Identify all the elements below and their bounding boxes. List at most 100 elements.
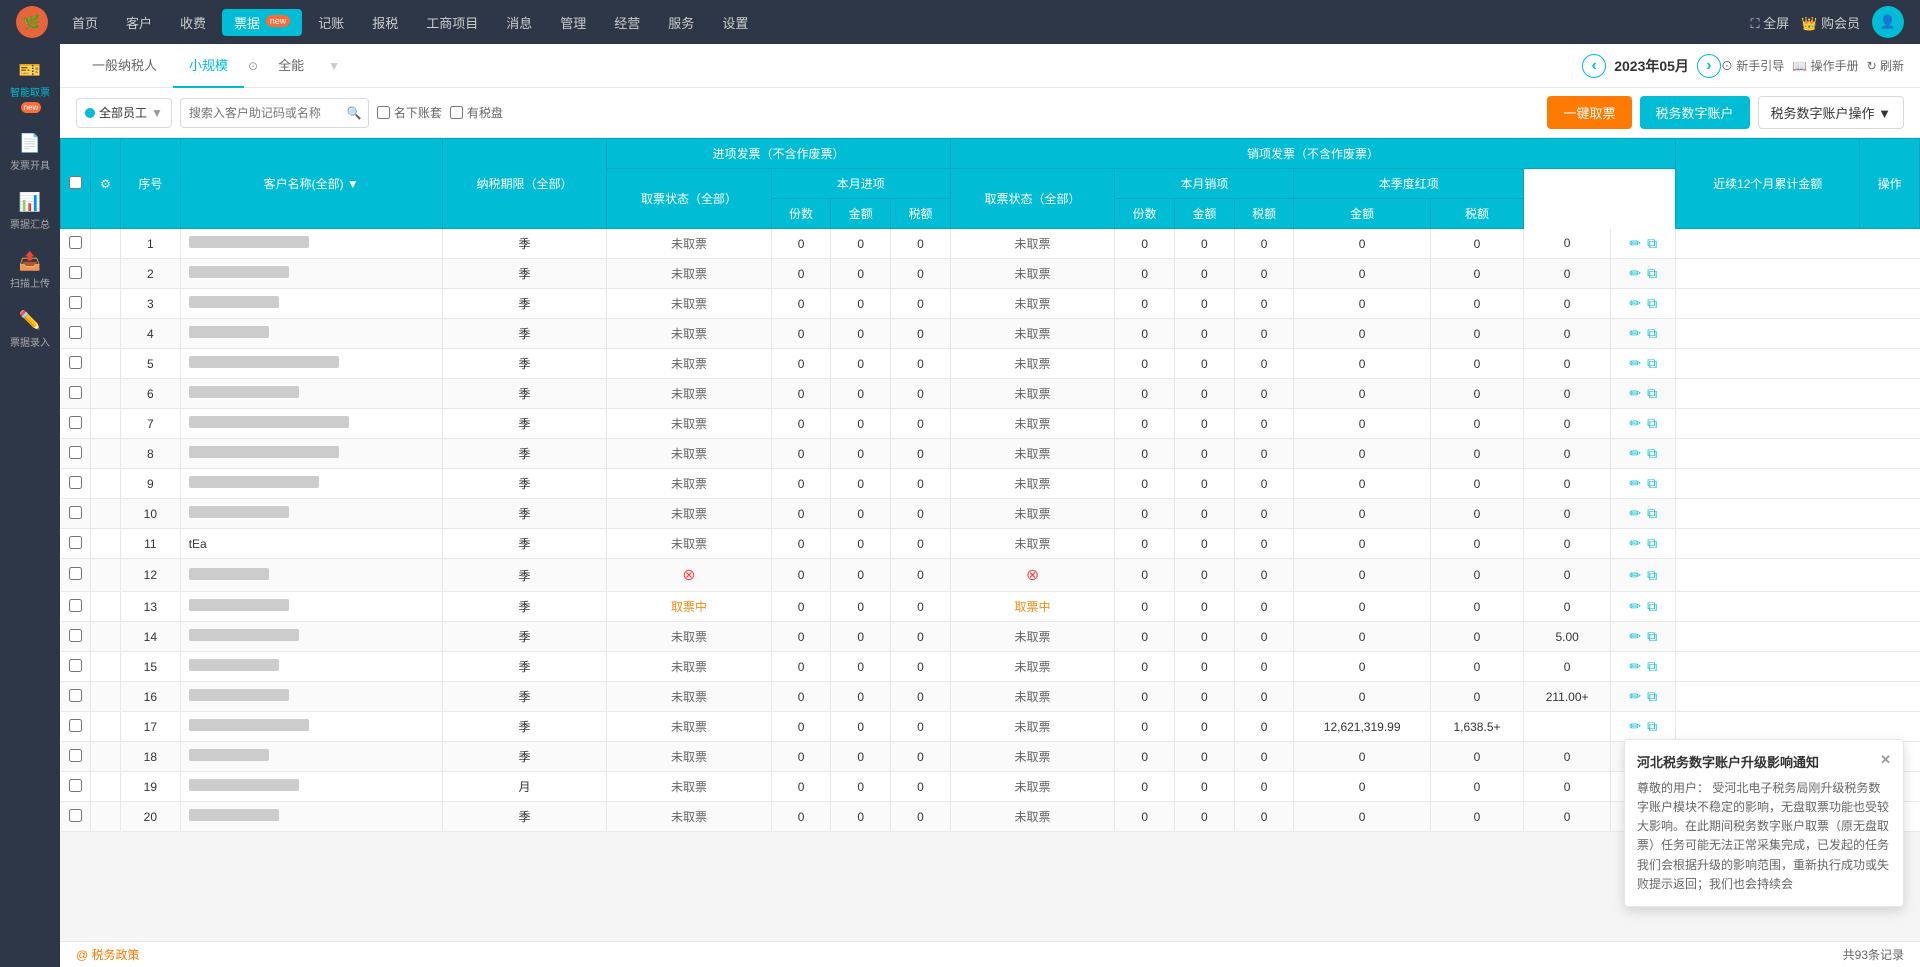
has-tax-checkbox[interactable] [450,106,463,119]
copy-icon[interactable]: ⧉ [1647,325,1657,342]
notification-close-btn[interactable]: ✕ [1880,752,1891,771]
copy-icon[interactable]: ⧉ [1647,355,1657,372]
sidebar-item-entry[interactable]: ✏️ 票据录入 [2,302,58,357]
copy-icon[interactable]: ⧉ [1647,598,1657,615]
edit-icon[interactable]: ✏ [1629,505,1641,522]
cell-check[interactable] [61,229,91,259]
edit-icon[interactable]: ✏ [1629,475,1641,492]
nav-invoice[interactable]: 票据 new [222,9,302,36]
member-btn[interactable]: 👑 购会员 [1801,13,1860,32]
search-input[interactable] [181,99,341,127]
nav-business[interactable]: 工商项目 [414,9,490,36]
th-client-name: 客户名称(全部) ▼ [180,139,442,229]
sidebar-item-open-invoice[interactable]: 📄 发票开具 [2,125,58,180]
cell-check[interactable] [61,529,91,559]
copy-icon[interactable]: ⧉ [1647,295,1657,312]
copy-icon[interactable]: ⧉ [1647,475,1657,492]
tab-general-taxpayer[interactable]: 一般纳税人 [76,44,173,88]
cell-red-tax: 0 [1430,742,1523,772]
cell-check[interactable] [61,349,91,379]
nav-settings[interactable]: 设置 [710,9,760,36]
fullscreen-btn[interactable]: ⛶ 全屏 [1750,13,1789,32]
search-icon[interactable]: 🔍 [341,106,368,120]
copy-icon[interactable]: ⧉ [1647,658,1657,675]
user-avatar[interactable]: 👤 [1872,6,1904,38]
edit-icon[interactable]: ✏ [1629,535,1641,552]
period-next-btn[interactable]: › [1697,54,1721,78]
has-tax-checkbox-label[interactable]: 有税盘 [450,104,503,121]
cell-check[interactable] [61,289,91,319]
cell-check[interactable] [61,259,91,289]
sidebar-item-summary[interactable]: 📊 票据汇总 [2,184,58,239]
edit-icon[interactable]: ✏ [1629,355,1641,372]
copy-icon[interactable]: ⧉ [1647,535,1657,552]
copy-icon[interactable]: ⧉ [1647,628,1657,645]
cell-check[interactable] [61,742,91,772]
new-guide-btn[interactable]: ⊙ 新手引导 [1721,57,1784,74]
cell-action: ✏ ⧉ [1611,439,1676,469]
sidebar-item-smart-invoice[interactable]: 🎫 智能取票 new [2,52,58,121]
cell-check[interactable] [61,652,91,682]
edit-icon[interactable]: ✏ [1629,295,1641,312]
tax-policy-link[interactable]: @ 税务政策 [76,946,140,963]
select-all-checkbox[interactable] [69,176,82,189]
settings-icon[interactable]: ⚙ [100,177,111,191]
copy-icon[interactable]: ⧉ [1647,688,1657,705]
nav-tax[interactable]: 报税 [360,9,410,36]
edit-icon[interactable]: ✏ [1629,385,1641,402]
tab-all[interactable]: 全能 [262,44,320,88]
edit-icon[interactable]: ✏ [1629,718,1641,735]
employee-select[interactable]: 全部员工 ▼ [76,98,172,128]
copy-icon[interactable]: ⧉ [1647,505,1657,522]
digital-account-btn[interactable]: 税务数字账户 [1640,96,1750,129]
nav-message[interactable]: 消息 [494,9,544,36]
copy-icon[interactable]: ⧉ [1647,415,1657,432]
edit-icon[interactable]: ✏ [1629,658,1641,675]
edit-icon[interactable]: ✏ [1629,628,1641,645]
cell-check[interactable] [61,772,91,802]
nav-bookkeeping[interactable]: 记账 [306,9,356,36]
sidebar-item-scan[interactable]: 📤 扫描上传 [2,243,58,298]
nav-manage[interactable]: 管理 [548,9,598,36]
cell-check[interactable] [61,379,91,409]
edit-icon[interactable]: ✏ [1629,598,1641,615]
cell-check[interactable] [61,592,91,622]
nav-client[interactable]: 客户 [114,9,164,36]
nav-operation[interactable]: 经营 [602,9,652,36]
cell-check[interactable] [61,682,91,712]
nav-home[interactable]: 首页 [60,9,110,36]
edit-icon[interactable]: ✏ [1629,235,1641,252]
down-account-checkbox-label[interactable]: 名下账套 [377,104,442,121]
cell-check[interactable] [61,559,91,592]
cell-in-status: 未取票 [607,379,772,409]
period-prev-btn[interactable]: ‹ [1582,54,1606,78]
edit-icon[interactable]: ✏ [1629,567,1641,584]
refresh-btn[interactable]: ↻ 刷新 [1867,57,1904,74]
digital-operate-btn[interactable]: 税务数字账户操作 ▼ [1758,96,1904,129]
nav-service[interactable]: 服务 [656,9,706,36]
copy-icon[interactable]: ⧉ [1647,385,1657,402]
edit-icon[interactable]: ✏ [1629,688,1641,705]
edit-icon[interactable]: ✏ [1629,415,1641,432]
cell-check[interactable] [61,409,91,439]
tab-small-scale[interactable]: 小规模 [173,44,244,88]
cell-check[interactable] [61,622,91,652]
copy-icon[interactable]: ⧉ [1647,265,1657,282]
one-click-invoice-btn[interactable]: 一键取票 [1547,96,1631,129]
copy-icon[interactable]: ⧉ [1647,718,1657,735]
nav-fee[interactable]: 收费 [168,9,218,36]
copy-icon[interactable]: ⧉ [1647,235,1657,252]
cell-check[interactable] [61,319,91,349]
edit-icon[interactable]: ✏ [1629,445,1641,462]
edit-icon[interactable]: ✏ [1629,265,1641,282]
cell-check[interactable] [61,712,91,742]
cell-check[interactable] [61,802,91,832]
cell-check[interactable] [61,439,91,469]
down-account-checkbox[interactable] [377,106,390,119]
manual-btn[interactable]: 📖 操作手册 [1792,57,1858,74]
copy-icon[interactable]: ⧉ [1647,567,1657,584]
cell-check[interactable] [61,499,91,529]
cell-check[interactable] [61,469,91,499]
edit-icon[interactable]: ✏ [1629,325,1641,342]
copy-icon[interactable]: ⧉ [1647,445,1657,462]
